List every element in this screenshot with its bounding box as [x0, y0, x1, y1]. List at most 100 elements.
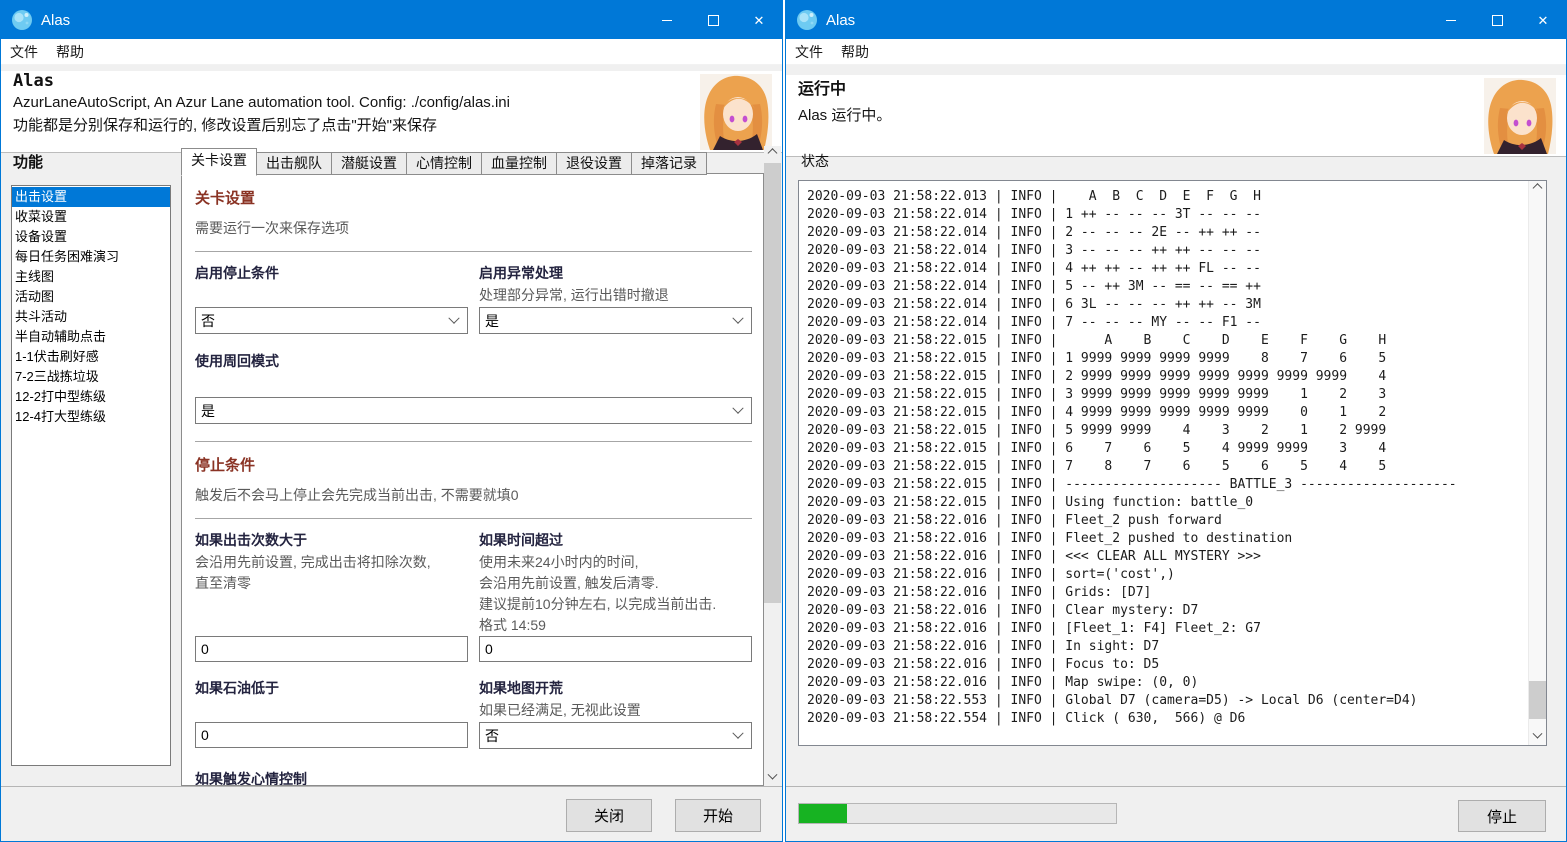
- menubar: 文件 帮助: [1, 39, 782, 65]
- section-subtitle: 触发后不会马上停止会先完成当前出击, 不需要就填0: [195, 487, 519, 503]
- minimize-button[interactable]: [644, 1, 690, 39]
- log-line: 2020-09-03 21:58:22.015 | INFO | Using f…: [807, 495, 1254, 510]
- scrollbar-thumb[interactable]: [1529, 681, 1546, 719]
- log-line: 2020-09-03 21:58:22.014 | INFO | 2 -- --…: [807, 225, 1261, 240]
- minimize-icon: [662, 19, 672, 21]
- sidebar-item[interactable]: 活动图: [12, 287, 170, 307]
- sidebar-item[interactable]: 主线图: [12, 267, 170, 287]
- stage-settings-panel: 关卡设置 需要运行一次来保存选项 启用停止条件 否 启用异常处理 处理部分异常,…: [181, 173, 764, 786]
- close-dialog-button[interactable]: 关闭: [566, 799, 652, 832]
- menu-item[interactable]: 文件: [786, 42, 832, 62]
- if-count-input[interactable]: [195, 636, 468, 662]
- start-button[interactable]: 开始: [675, 799, 761, 832]
- chevron-down-icon: [732, 727, 744, 739]
- tab[interactable]: 血量控制: [482, 152, 557, 175]
- sidebar-item[interactable]: 出击设置: [12, 187, 170, 207]
- sidebar-item[interactable]: 半自动辅助点击: [12, 327, 170, 347]
- log-line: 2020-09-03 21:58:22.016 | INFO | [Fleet_…: [807, 621, 1261, 636]
- field-label: 如果地图开荒: [479, 680, 563, 696]
- sidebar-item[interactable]: 7-2三战拣垃圾: [12, 367, 170, 387]
- enable-exception-select[interactable]: 是: [479, 307, 752, 334]
- sidebar-item[interactable]: 设备设置: [12, 227, 170, 247]
- section-title: 停止条件: [195, 457, 256, 474]
- menubar: 文件 帮助: [786, 39, 1566, 65]
- log-scrollbar[interactable]: [1528, 181, 1546, 745]
- tab[interactable]: 潜艇设置: [332, 152, 407, 175]
- scroll-up-icon[interactable]: [764, 146, 781, 163]
- log-line: 2020-09-03 21:58:22.014 | INFO | 3 -- --…: [807, 243, 1261, 258]
- scroll-down-icon[interactable]: [1529, 728, 1546, 745]
- titlebar: Alas ✕: [1, 1, 782, 39]
- footer-bar: 停止: [786, 786, 1566, 841]
- menu-item[interactable]: 帮助: [832, 42, 878, 62]
- tab[interactable]: 掉落记录: [632, 152, 707, 175]
- chevron-down-icon: [732, 312, 744, 324]
- enable-stop-select[interactable]: 否: [195, 307, 468, 334]
- app-note: 功能都是分别保存和运行的, 修改设置后别忘了点击"开始"来保存: [13, 117, 437, 134]
- loop-mode-select[interactable]: 是: [195, 397, 752, 424]
- sidebar-item[interactable]: 1-1伏击刷好感: [12, 347, 170, 367]
- minimize-icon: [1446, 19, 1456, 21]
- tabstrip: 关卡设置 出击舰队 潜艇设置 心情控制 血量控制 退役设置 掉落记录: [181, 148, 707, 176]
- run-status-title: 运行中: [798, 81, 847, 98]
- section-subtitle: 需要运行一次来保存选项: [195, 220, 349, 236]
- field-desc: [195, 285, 468, 307]
- maximize-button[interactable]: [690, 1, 736, 39]
- field-desc: 使用未来24小时内的时间, 会沿用先前设置, 触发后清零. 建议提前10分钟左右, …: [479, 554, 717, 633]
- content-scrollbar[interactable]: [764, 146, 781, 786]
- section-title: 关卡设置: [195, 190, 256, 207]
- log-line: 2020-09-03 21:58:22.016 | INFO | sort=('…: [807, 567, 1175, 582]
- close-icon: ✕: [753, 12, 765, 28]
- if-map-select[interactable]: 否: [479, 722, 752, 749]
- tab[interactable]: 心情控制: [407, 152, 482, 175]
- sidebar-item[interactable]: 12-2打中型练级: [12, 387, 170, 407]
- close-button[interactable]: ✕: [736, 1, 782, 39]
- log-line: 2020-09-03 21:58:22.016 | INFO | Map swi…: [807, 675, 1199, 690]
- log-line: 2020-09-03 21:58:22.016 | INFO | Clear m…: [807, 603, 1199, 618]
- stop-button[interactable]: 停止: [1458, 800, 1546, 832]
- field-desc: [195, 700, 468, 722]
- scroll-down-icon[interactable]: [764, 769, 781, 786]
- select-value: 否: [201, 312, 215, 329]
- log-line: 2020-09-03 21:58:22.015 | INFO | 6 7 6 5…: [807, 441, 1387, 456]
- alas-logo-icon: [797, 10, 817, 30]
- tab[interactable]: 出击舰队: [257, 152, 332, 175]
- menu-item[interactable]: 文件: [1, 42, 47, 62]
- app-title: Alas: [13, 71, 54, 91]
- field-label: 如果石油低于: [195, 680, 279, 696]
- log-line: 2020-09-03 21:58:22.014 | INFO | 1 ++ --…: [807, 207, 1261, 222]
- footer-bar: 关闭 开始: [1, 786, 782, 841]
- maximize-icon: [707, 14, 719, 26]
- runner-window: Alas ✕ 文件 帮助 运行中 Alas 运行中。 状态 2020-09-03 …: [785, 0, 1567, 842]
- minimize-button[interactable]: [1428, 1, 1474, 39]
- if-oil-input[interactable]: [195, 722, 468, 748]
- app-header: Alas AzurLaneAutoScript, An Azur Lane au…: [1, 71, 782, 153]
- select-value: 是: [201, 402, 215, 419]
- sidebar-title: 功能: [13, 154, 44, 171]
- log-line: 2020-09-03 21:58:22.016 | INFO | Focus t…: [807, 657, 1160, 672]
- maximize-button[interactable]: [1474, 1, 1520, 39]
- field-label: 如果触发心情控制: [195, 771, 307, 786]
- log-line: 2020-09-03 21:58:22.553 | INFO | Global …: [807, 693, 1418, 708]
- if-time-input[interactable]: [479, 636, 752, 662]
- chevron-down-icon: [732, 402, 744, 414]
- sidebar-item[interactable]: 每日任务困难演习: [12, 247, 170, 267]
- log-line: 2020-09-03 21:58:22.016 | INFO | Fleet_2…: [807, 513, 1222, 528]
- tab[interactable]: 退役设置: [557, 152, 632, 175]
- menu-item[interactable]: 帮助: [47, 42, 93, 62]
- select-value: 否: [485, 727, 499, 744]
- tab[interactable]: 关卡设置: [181, 148, 257, 176]
- close-button[interactable]: ✕: [1520, 1, 1566, 39]
- sidebar-item[interactable]: 12-4打大型练级: [12, 407, 170, 427]
- scrollbar-thumb[interactable]: [764, 163, 781, 603]
- divider: [195, 518, 752, 519]
- log-line: 2020-09-03 21:58:22.014 | INFO | 7 -- --…: [807, 315, 1261, 330]
- maximize-icon: [1491, 14, 1503, 26]
- settings-window: Alas ✕ 文件 帮助 Alas AzurLaneAutoScript, An …: [0, 0, 783, 842]
- run-status-line: Alas 运行中。: [798, 107, 892, 124]
- scroll-up-icon[interactable]: [1529, 181, 1546, 198]
- sidebar-item[interactable]: 收菜设置: [12, 207, 170, 227]
- field-label: 如果时间超过: [479, 532, 563, 548]
- sidebar-item[interactable]: 共斗活动: [12, 307, 170, 327]
- log-line: 2020-09-03 21:58:22.015 | INFO | 1 9999 …: [807, 351, 1387, 366]
